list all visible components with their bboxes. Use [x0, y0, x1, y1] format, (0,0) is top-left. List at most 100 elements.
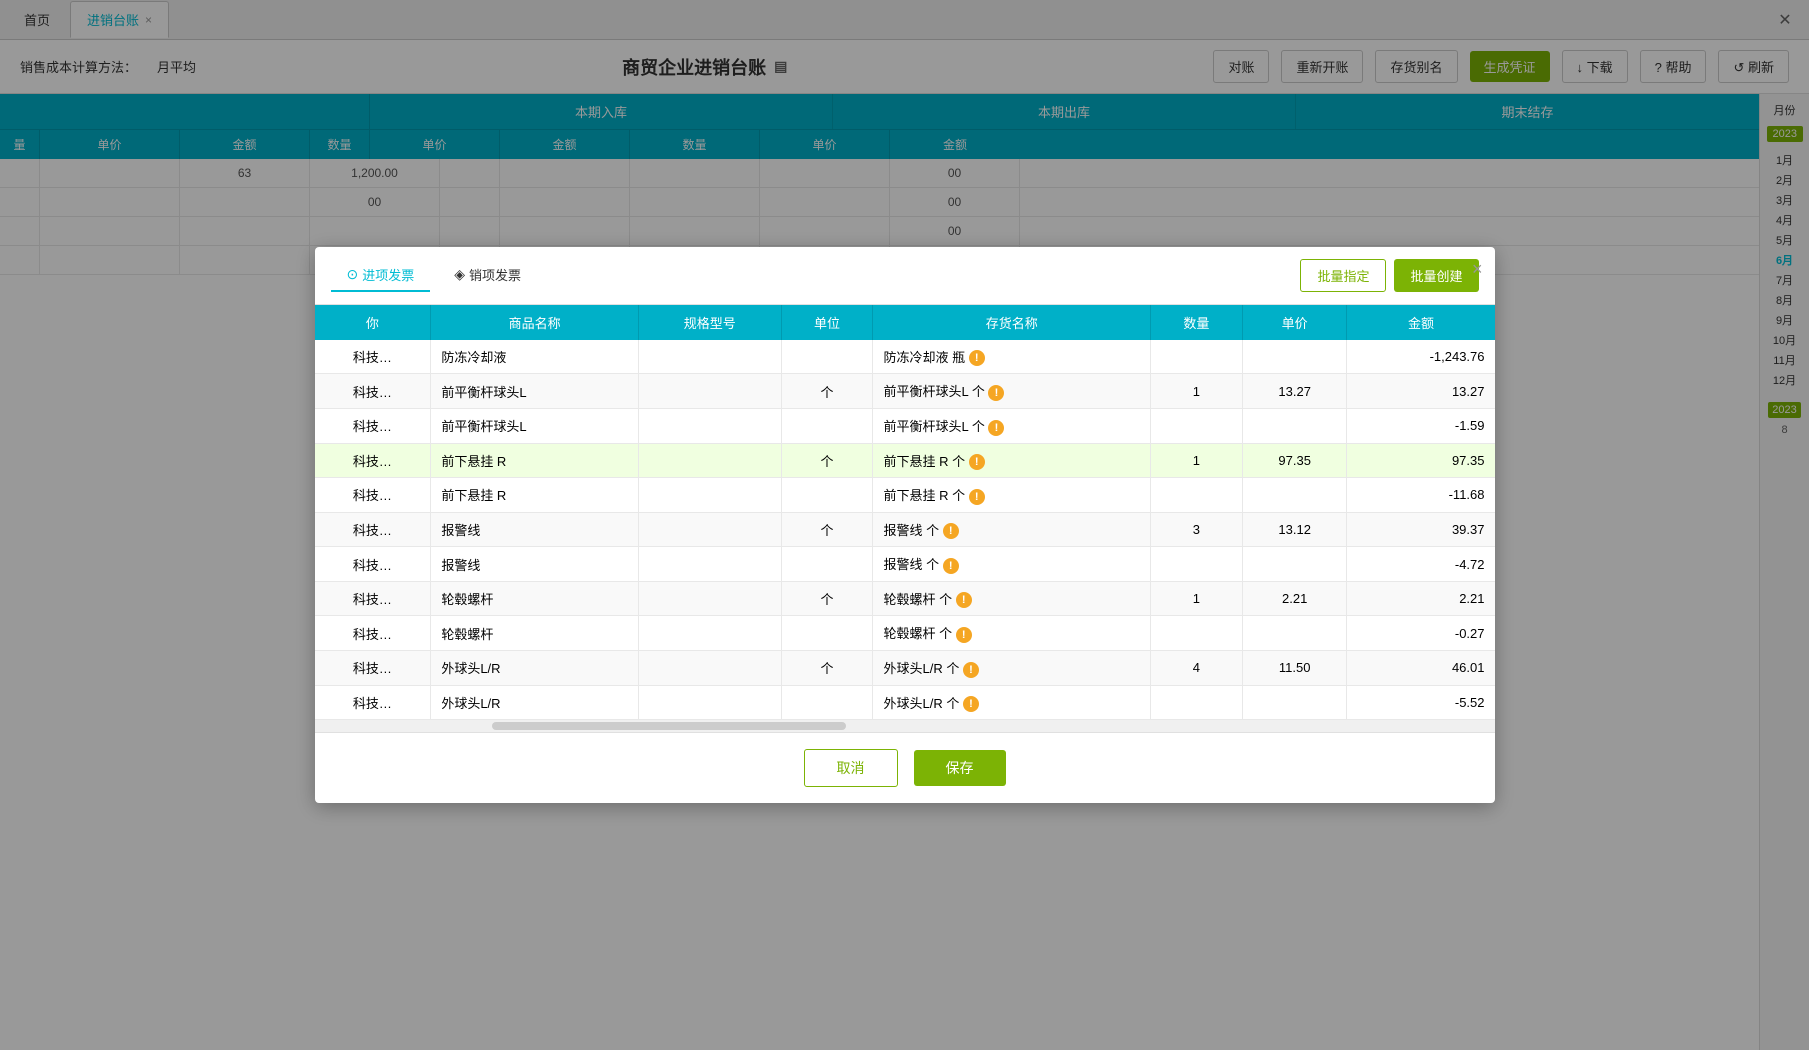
- outbound-tab-icon: ◈: [454, 266, 465, 283]
- cell-product: 轮毂螺杆: [431, 616, 639, 651]
- cell-price: [1242, 616, 1347, 651]
- warning-icon: !: [969, 489, 985, 505]
- cell-price: [1242, 547, 1347, 582]
- cell-amount: -1,243.76: [1347, 340, 1495, 374]
- warning-icon: !: [988, 420, 1004, 436]
- modal-table: 你 商品名称 规格型号 单位 存货名称 数量 单价 金额 科技… 防冻冷却液: [315, 305, 1495, 720]
- cancel-button[interactable]: 取消: [804, 749, 898, 787]
- cell-spec: [638, 374, 781, 409]
- tab-inbound-invoice[interactable]: ⊙ 进项发票: [331, 259, 431, 292]
- cell-unit: [781, 478, 873, 513]
- modal-header: ⊙ 进项发票 ◈ 销项发票 批量指定 批量创建 ×: [315, 247, 1495, 305]
- batch-assign-button[interactable]: 批量指定: [1300, 259, 1386, 292]
- cell-spec: [638, 443, 781, 478]
- cell-product: 前平衡杆球头L: [431, 374, 639, 409]
- cell-price: [1242, 685, 1347, 720]
- th-price: 单价: [1242, 305, 1347, 340]
- warning-icon: !: [988, 385, 1004, 401]
- modal-scrollbar[interactable]: [315, 720, 1495, 732]
- warning-icon: !: [943, 558, 959, 574]
- cell-price: [1242, 409, 1347, 444]
- cell-product: 外球头L/R: [431, 650, 639, 685]
- cell-inventory: 前下悬挂 R 个 !: [873, 443, 1150, 478]
- cell-amount: 39.37: [1347, 512, 1495, 547]
- cell-qty: [1150, 340, 1242, 374]
- cell-inventory: 报警线 个 !: [873, 512, 1150, 547]
- cell-inventory: 轮毂螺杆 个 !: [873, 616, 1150, 651]
- warning-icon: !: [963, 696, 979, 712]
- cell-price: 13.27: [1242, 374, 1347, 409]
- modal-close-button[interactable]: ×: [1472, 259, 1483, 280]
- th-qty: 数量: [1150, 305, 1242, 340]
- cell-unit: 个: [781, 443, 873, 478]
- th-spec: 规格型号: [638, 305, 781, 340]
- cell-product: 外球头L/R: [431, 685, 639, 720]
- cell-spec: [638, 685, 781, 720]
- modal-actions: 批量指定 批量创建: [1300, 259, 1478, 292]
- cell-inventory: 前下悬挂 R 个 !: [873, 478, 1150, 513]
- warning-icon: !: [963, 662, 979, 678]
- cell-unit: [781, 685, 873, 720]
- cell-amount: -11.68: [1347, 478, 1495, 513]
- cell-qty: [1150, 547, 1242, 582]
- batch-create-button[interactable]: 批量创建: [1394, 259, 1478, 292]
- cell-unit: [781, 616, 873, 651]
- cell-qty: 1: [1150, 374, 1242, 409]
- cell-qty: [1150, 409, 1242, 444]
- tab-outbound-invoice[interactable]: ◈ 销项发票: [438, 259, 537, 292]
- cell-inventory: 前平衡杆球头L 个 !: [873, 409, 1150, 444]
- cell-unit: [781, 547, 873, 582]
- cell-qty: [1150, 478, 1242, 513]
- cell-spec: [638, 478, 781, 513]
- cell-unit: [781, 409, 873, 444]
- cell-spec: [638, 650, 781, 685]
- cell-amount: 46.01: [1347, 650, 1495, 685]
- cell-inventory: 轮毂螺杆 个 !: [873, 581, 1150, 616]
- cell-unit: 个: [781, 374, 873, 409]
- modal-table-row: 科技… 前平衡杆球头L 个 前平衡杆球头L 个 ! 1 13.27 13.27: [315, 374, 1495, 409]
- cell-qty: [1150, 685, 1242, 720]
- th-product-name: 商品名称: [431, 305, 639, 340]
- cell-product: 前下悬挂 R: [431, 443, 639, 478]
- th-company: 你: [315, 305, 431, 340]
- cell-inventory: 防冻冷却液 瓶 !: [873, 340, 1150, 374]
- cell-company: 科技…: [315, 409, 431, 444]
- cell-unit: 个: [781, 581, 873, 616]
- cell-amount: 97.35: [1347, 443, 1495, 478]
- cell-qty: 3: [1150, 512, 1242, 547]
- cell-amount: -5.52: [1347, 685, 1495, 720]
- cell-unit: 个: [781, 512, 873, 547]
- warning-icon: !: [943, 523, 959, 539]
- th-unit: 单位: [781, 305, 873, 340]
- modal-table-row: 科技… 外球头L/R 外球头L/R 个 ! -5.52: [315, 685, 1495, 720]
- cell-inventory: 外球头L/R 个 !: [873, 650, 1150, 685]
- cell-product: 前平衡杆球头L: [431, 409, 639, 444]
- save-button[interactable]: 保存: [914, 750, 1006, 786]
- cell-amount: -0.27: [1347, 616, 1495, 651]
- modal-table-row: 科技… 外球头L/R 个 外球头L/R 个 ! 4 11.50 46.01: [315, 650, 1495, 685]
- modal-table-row: 科技… 报警线 个 报警线 个 ! 3 13.12 39.37: [315, 512, 1495, 547]
- cell-price: 11.50: [1242, 650, 1347, 685]
- cell-company: 科技…: [315, 374, 431, 409]
- modal-table-header: 你 商品名称 规格型号 单位 存货名称 数量 单价 金额: [315, 305, 1495, 340]
- modal-table-row: 科技… 轮毂螺杆 轮毂螺杆 个 ! -0.27: [315, 616, 1495, 651]
- cell-price: [1242, 340, 1347, 374]
- cell-price: 2.21: [1242, 581, 1347, 616]
- cell-company: 科技…: [315, 547, 431, 582]
- cell-spec: [638, 340, 781, 374]
- cell-inventory: 报警线 个 !: [873, 547, 1150, 582]
- cell-unit: [781, 340, 873, 374]
- cell-product: 前下悬挂 R: [431, 478, 639, 513]
- cell-company: 科技…: [315, 650, 431, 685]
- modal-table-row: 科技… 报警线 报警线 个 ! -4.72: [315, 547, 1495, 582]
- modal-table-row: 科技… 前下悬挂 R 前下悬挂 R 个 ! -11.68: [315, 478, 1495, 513]
- cell-product: 防冻冷却液: [431, 340, 639, 374]
- cell-company: 科技…: [315, 443, 431, 478]
- cell-unit: 个: [781, 650, 873, 685]
- cell-amount: -4.72: [1347, 547, 1495, 582]
- warning-icon: !: [956, 627, 972, 643]
- th-amount: 金额: [1347, 305, 1495, 340]
- cell-spec: [638, 581, 781, 616]
- cell-amount: -1.59: [1347, 409, 1495, 444]
- cell-amount: 2.21: [1347, 581, 1495, 616]
